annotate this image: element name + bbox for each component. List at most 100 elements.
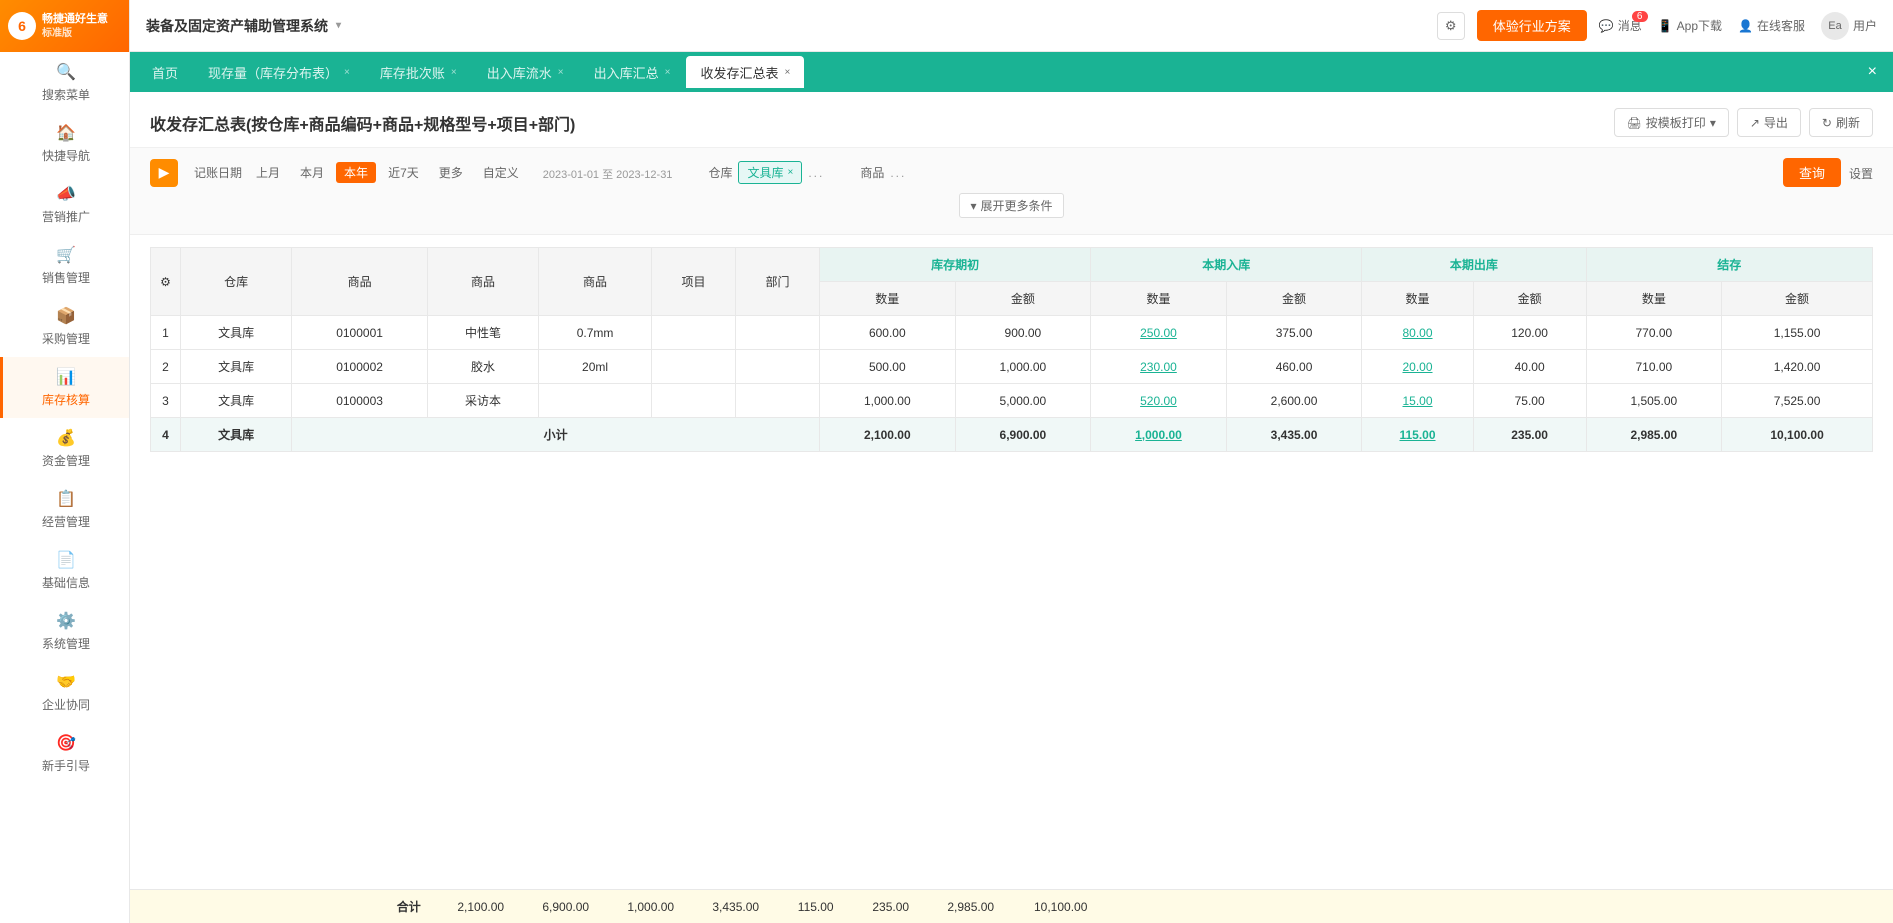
row1-in-amount: 375.00: [1226, 316, 1362, 350]
tab-inventory-dist[interactable]: 现存量（库存分布表） ×: [194, 56, 364, 88]
query-button[interactable]: 查询: [1783, 158, 1841, 187]
total-out-amount: 235.00: [851, 900, 931, 914]
row3-goods-code: 0100003: [292, 384, 428, 418]
marketing-icon: 📣: [56, 184, 76, 204]
refresh-button[interactable]: ↻ 刷新: [1809, 108, 1873, 137]
sidebar-item-search[interactable]: 🔍 搜索菜单: [0, 52, 129, 113]
tab-summary-inout[interactable]: 出入库汇总 ×: [580, 56, 685, 88]
warehouse-tag-close[interactable]: ×: [787, 167, 793, 178]
subtotal-out-qty[interactable]: 115.00: [1362, 418, 1473, 452]
sidebar-item-purchase[interactable]: 📦 采购管理: [0, 296, 129, 357]
shortcut-this-month[interactable]: 本月: [292, 162, 332, 183]
table-header-in-amount: 金额: [1226, 282, 1362, 316]
sidebar-item-guide[interactable]: 🎯 新手引导: [0, 723, 129, 784]
row3-gear[interactable]: 3: [151, 384, 181, 418]
row3-balance-amount: 7,525.00: [1722, 384, 1873, 418]
home-icon: 🏠: [56, 123, 76, 143]
online-support-button[interactable]: 👤 在线客服: [1738, 17, 1805, 34]
row1-opening-amount: 900.00: [955, 316, 1091, 350]
shortcut-this-year[interactable]: 本年: [336, 162, 376, 183]
warehouse-ellipsis[interactable]: ...: [808, 166, 824, 180]
settings-gear-button[interactable]: ⚙: [1437, 12, 1465, 40]
tab-batch[interactable]: 库存批次账 ×: [366, 56, 471, 88]
filter-expand-button[interactable]: ▶: [150, 159, 178, 187]
tab-receive-send-summary[interactable]: 收发存汇总表 ×: [686, 56, 804, 88]
system-icon: ⚙️: [56, 611, 76, 631]
print-button[interactable]: 🖨 按模板打印 ▾: [1614, 108, 1729, 137]
filter-row-main: ▶ 记账日期 上月 本月 本年 近7天 更多 自定义 2023: [150, 158, 1873, 187]
sidebar-item-nav[interactable]: 🏠 快捷导航: [0, 113, 129, 174]
subtotal-opening-qty: 2,100.00: [820, 418, 956, 452]
sidebar-item-operations[interactable]: 📋 经营管理: [0, 479, 129, 540]
row1-in-qty[interactable]: 250.00: [1091, 316, 1227, 350]
date-range-text: 2023-01-01 至 2023-12-31: [543, 166, 673, 182]
warehouse-tag: 文具库 ×: [738, 161, 802, 184]
finance-icon: 💰: [56, 428, 76, 448]
total-out-qty: 115.00: [781, 900, 851, 914]
sidebar-item-collab[interactable]: 🤝 企业协同: [0, 662, 129, 723]
settings-link[interactable]: 设置: [1849, 165, 1873, 182]
total-opening-amount: 6,900.00: [521, 900, 611, 914]
subtotal-no: 4: [151, 418, 181, 452]
row2-in-qty[interactable]: 230.00: [1091, 350, 1227, 384]
sidebar-item-inventory[interactable]: 📊 库存核算: [0, 357, 129, 418]
title-dropdown-arrow[interactable]: ▾: [336, 20, 341, 31]
system-title-text: 装备及固定资产辅助管理系统: [146, 16, 328, 36]
tab-flow[interactable]: 出入库流水 ×: [473, 56, 578, 88]
row2-gear[interactable]: 2: [151, 350, 181, 384]
guide-icon: 🎯: [56, 733, 76, 753]
goods-ellipsis[interactable]: ...: [890, 166, 906, 180]
row1-gear[interactable]: 1: [151, 316, 181, 350]
row3-in-qty[interactable]: 520.00: [1091, 384, 1227, 418]
total-label: 合计: [150, 898, 421, 915]
tab-close-receive-send[interactable]: ×: [784, 67, 790, 78]
export-button[interactable]: ↗ 导出: [1737, 108, 1801, 137]
app-download-button[interactable]: 📱 App下载: [1658, 17, 1722, 34]
table-header-settings[interactable]: ⚙: [151, 248, 181, 316]
message-badge: 6: [1632, 11, 1648, 22]
shortcut-last-month[interactable]: 上月: [248, 162, 288, 183]
footer-total: 合计 2,100.00 6,900.00 1,000.00 3,435.00 1…: [130, 889, 1893, 923]
tab-home[interactable]: 首页: [138, 56, 192, 88]
row3-out-amount: 75.00: [1473, 384, 1586, 418]
row3-out-qty[interactable]: 15.00: [1362, 384, 1473, 418]
shortcut-7days[interactable]: 近7天: [380, 162, 427, 183]
row3-in-amount: 2,600.00: [1226, 384, 1362, 418]
row2-goods-spec: 20ml: [539, 350, 652, 384]
row1-warehouse: 文具库: [181, 316, 292, 350]
tab-close-flow[interactable]: ×: [558, 67, 564, 78]
subtotal-label: 小计: [292, 418, 820, 452]
sales-icon: 🛒: [56, 245, 76, 265]
message-button[interactable]: 💬 消息 6: [1599, 17, 1642, 34]
sidebar-item-basics[interactable]: 📄 基础信息: [0, 540, 129, 601]
row1-goods-code: 0100001: [292, 316, 428, 350]
row2-out-amount: 40.00: [1473, 350, 1586, 384]
row3-goods-name: 采访本: [427, 384, 538, 418]
date-filter-label: 记账日期: [194, 164, 242, 181]
row2-opening-amount: 1,000.00: [955, 350, 1091, 384]
trial-button[interactable]: 体验行业方案: [1477, 10, 1587, 41]
sidebar-item-marketing[interactable]: 📣 营销推广: [0, 174, 129, 235]
tab-close-summary-inout[interactable]: ×: [665, 67, 671, 78]
row1-out-amount: 120.00: [1473, 316, 1586, 350]
sidebar-item-system[interactable]: ⚙️ 系统管理: [0, 601, 129, 662]
subtotal-in-qty[interactable]: 1,000.00: [1091, 418, 1227, 452]
tab-close-batch[interactable]: ×: [451, 67, 457, 78]
goods-filter-group: 商品 ...: [860, 164, 906, 181]
expand-more-button[interactable]: ▾ 展开更多条件: [959, 193, 1063, 218]
tab-bar-close-button[interactable]: ×: [1860, 63, 1885, 81]
user-menu[interactable]: Ea 用户: [1821, 12, 1877, 40]
total-in-amount: 3,435.00: [691, 900, 781, 914]
subtotal-in-amount: 3,435.00: [1226, 418, 1362, 452]
table-header-in-qty: 数量: [1091, 282, 1227, 316]
message-icon: 💬: [1599, 19, 1614, 33]
shortcut-more[interactable]: 更多: [431, 162, 471, 183]
shortcut-custom[interactable]: 自定义: [475, 162, 527, 183]
sidebar-item-sales[interactable]: 🛒 销售管理: [0, 235, 129, 296]
row1-out-qty[interactable]: 80.00: [1362, 316, 1473, 350]
sidebar-item-finance[interactable]: 💰 资金管理: [0, 418, 129, 479]
row2-out-qty[interactable]: 20.00: [1362, 350, 1473, 384]
tab-close-inventory-dist[interactable]: ×: [344, 67, 350, 78]
basics-icon: 📄: [56, 550, 76, 570]
print-dropdown-icon[interactable]: ▾: [1710, 116, 1716, 130]
